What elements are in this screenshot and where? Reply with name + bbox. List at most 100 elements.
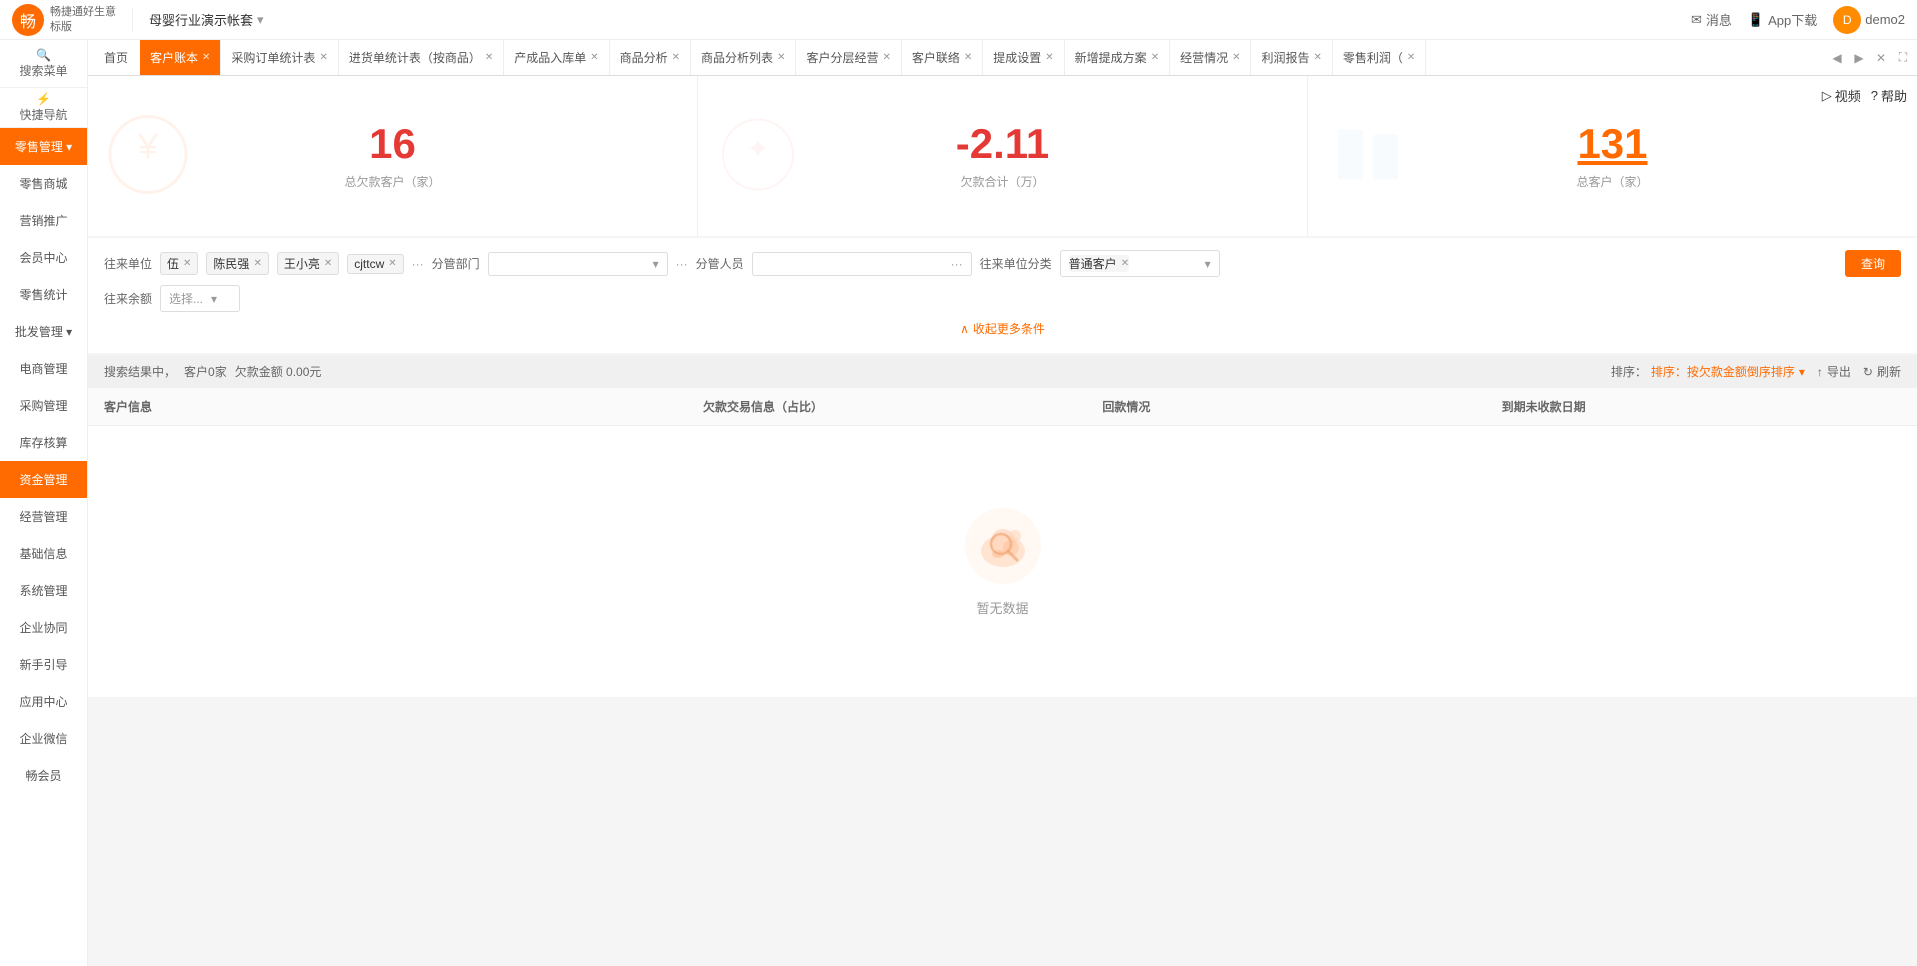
sidebar-item-label: 库存核算: [0, 434, 87, 451]
sidebar-item-basic-info[interactable]: 基础信息: [0, 535, 87, 572]
tab-close-icon[interactable]: ✕: [202, 52, 210, 63]
unit-filter-label: 往来单位: [104, 255, 152, 272]
sidebar-item-vip[interactable]: 畅会员: [0, 757, 87, 794]
tab-close-icon[interactable]: ✕: [1045, 52, 1053, 63]
tab-close-icon[interactable]: ✕: [1407, 52, 1415, 63]
sidebar-item-new-guide[interactable]: 新手引导: [0, 646, 87, 683]
tab-close-icon[interactable]: ✕: [590, 52, 598, 63]
tab-close-icon[interactable]: ✕: [672, 52, 680, 63]
col-customer-info: 客户信息: [104, 398, 703, 415]
tab-close-all-btn[interactable]: ✕: [1871, 48, 1891, 68]
tab-close-icon[interactable]: ✕: [777, 52, 785, 63]
tag-text: 伍: [167, 255, 179, 272]
store-name: 母婴行业演示帐套: [149, 10, 253, 29]
dept-select[interactable]: ▾: [488, 252, 668, 276]
collapse-btn[interactable]: ∧ 收起更多条件: [960, 320, 1045, 337]
svg-text:¥: ¥: [137, 126, 159, 167]
tab-home[interactable]: 首页: [92, 49, 140, 66]
filter-tag-2: 陈民强 ✕: [206, 252, 268, 275]
tab-product-analysis[interactable]: 商品分析 ✕: [610, 40, 691, 75]
refresh-icon: ↻: [1863, 365, 1873, 379]
tab-close-icon[interactable]: ✕: [1151, 52, 1159, 63]
category-select[interactable]: 普通客户 ✕ ▾: [1060, 250, 1220, 277]
tab-ops-status[interactable]: 经营情况 ✕: [1170, 40, 1251, 75]
sidebar-item-retail-stats[interactable]: 零售统计: [0, 276, 87, 313]
tag-close-icon[interactable]: ✕: [388, 258, 396, 269]
overdue-amount-number: -2.11: [956, 123, 1049, 165]
tab-fullscreen-btn[interactable]: ⛶: [1893, 48, 1913, 68]
message-btn[interactable]: ✉ 消息: [1691, 10, 1732, 29]
table-area: 客户信息 欠款交易信息（占比） 回款情况 到期未收款日期: [88, 388, 1917, 697]
sidebar-item-inventory[interactable]: 库存核算: [0, 424, 87, 461]
sidebar-quick-nav[interactable]: ⚡ 快捷导航: [0, 88, 87, 128]
sidebar-item-enterprise[interactable]: 企业协同: [0, 609, 87, 646]
tab-close-icon[interactable]: ✕: [319, 52, 327, 63]
sidebar-item-member-center[interactable]: 会员中心: [0, 239, 87, 276]
play-icon: ▷: [1822, 88, 1832, 104]
sidebar-item-finance[interactable]: 资金管理: [0, 461, 87, 498]
store-selector[interactable]: 母婴行业演示帐套 ▾: [149, 10, 264, 29]
help-btn[interactable]: ? 帮助: [1871, 86, 1907, 105]
tab-next-btn[interactable]: ▶: [1849, 48, 1869, 68]
tab-close-icon[interactable]: ✕: [964, 52, 972, 63]
sidebar-item-purchase[interactable]: 采购管理: [0, 387, 87, 424]
refresh-btn[interactable]: ↻ 刷新: [1863, 363, 1901, 380]
export-icon: ↑: [1817, 365, 1823, 379]
tab-customer-segment[interactable]: 客户分层经营 ✕: [796, 40, 901, 75]
user-menu[interactable]: D demo2: [1833, 6, 1905, 34]
tab-prev-btn[interactable]: ◀: [1827, 48, 1847, 68]
sidebar-item-operations[interactable]: 经营管理: [0, 498, 87, 535]
tab-label: 新增提成方案: [1075, 49, 1147, 66]
tab-customer-book[interactable]: 客户账本 ✕: [140, 40, 221, 75]
sidebar-item-label: 企业协同: [0, 619, 87, 636]
sidebar-item-system[interactable]: 系统管理: [0, 572, 87, 609]
balance-select[interactable]: 选择... ▾: [160, 285, 240, 312]
tab-cost-inbound[interactable]: 产成品入库单 ✕: [504, 40, 609, 75]
tab-product-analysis-list[interactable]: 商品分析列表 ✕: [691, 40, 796, 75]
export-btn[interactable]: ↑ 导出: [1817, 363, 1851, 380]
sidebar-search[interactable]: 🔍 搜索菜单: [0, 40, 87, 88]
tab-customer-contact[interactable]: 客户联络 ✕: [902, 40, 983, 75]
chevron-down-icon: ▾: [653, 257, 659, 271]
tab-close-icon[interactable]: ✕: [882, 52, 890, 63]
tag-close-icon[interactable]: ✕: [183, 258, 191, 269]
sidebar-item-label: 系统管理: [0, 582, 87, 599]
sidebar-item-wechat[interactable]: 企业微信: [0, 720, 87, 757]
sort-select[interactable]: 排序： 排序：按欠款金额倒序排序 ▾: [1611, 363, 1805, 380]
tab-mention-settings[interactable]: 提成设置 ✕: [983, 40, 1064, 75]
tab-close-icon[interactable]: ✕: [485, 52, 493, 63]
video-help-btn[interactable]: ▷ 视频: [1822, 86, 1861, 105]
sidebar-item-retail-mgmt[interactable]: 零售管理 ▾: [0, 128, 87, 165]
sidebar-item-wholesale-mgmt[interactable]: 批发管理 ▾: [0, 313, 87, 350]
query-button[interactable]: 查询: [1845, 250, 1901, 277]
tab-retail-profit[interactable]: 零售利润（ ✕: [1333, 40, 1426, 75]
person-select[interactable]: ···: [752, 252, 972, 276]
tab-inbound-stats[interactable]: 进货单统计表（按商品） ✕: [339, 40, 504, 75]
filter-row-1: 往来单位 伍 ✕ 陈民强 ✕ 王小亮 ✕ cjttcw: [104, 250, 1901, 277]
tab-close-icon[interactable]: ✕: [1232, 52, 1240, 63]
tag-close-icon[interactable]: ✕: [1121, 258, 1129, 269]
filter-tag-1: 伍 ✕: [160, 252, 198, 275]
more-tags-btn[interactable]: ···: [412, 257, 424, 271]
tab-arrows: ◀ ▶ ✕ ⛶: [1827, 48, 1913, 68]
sidebar-item-marketing[interactable]: 营销推广: [0, 202, 87, 239]
tab-profit-report[interactable]: 利润报告 ✕: [1251, 40, 1332, 75]
balance-filter-label: 往来余额: [104, 290, 152, 307]
tab-close-icon[interactable]: ✕: [1314, 52, 1322, 63]
tag-text: 陈民强: [213, 255, 249, 272]
tab-label: 利润报告: [1261, 49, 1309, 66]
app-download-btn[interactable]: 📱 App下载: [1748, 10, 1817, 29]
dept-more-btn[interactable]: ···: [676, 257, 688, 271]
filter-row-2: 往来余额 选择... ▾: [104, 285, 1901, 312]
sidebar-item-ecommerce[interactable]: 电商管理: [0, 350, 87, 387]
tab-new-achievement[interactable]: 新增提成方案 ✕: [1065, 40, 1170, 75]
sidebar-item-label: 畅会员: [0, 767, 87, 784]
results-bar: 搜索结果中， 客户0家 欠款金额 0.00元 排序： 排序：按欠款金额倒序排序 …: [88, 355, 1917, 388]
tag-close-icon[interactable]: ✕: [253, 258, 261, 269]
tab-purchase-order-stats[interactable]: 采购订单统计表 ✕: [221, 40, 338, 75]
sidebar-item-app-center[interactable]: 应用中心: [0, 683, 87, 720]
sidebar-item-retail-mall[interactable]: 零售商城: [0, 165, 87, 202]
top-bar: 畅 畅捷通好生意标版 母婴行业演示帐套 ▾ ✉ 消息 📱 App下载 D dem…: [0, 0, 1917, 40]
tag-close-icon[interactable]: ✕: [324, 258, 332, 269]
col-overdue-date: 到期未收款日期: [1502, 398, 1901, 415]
